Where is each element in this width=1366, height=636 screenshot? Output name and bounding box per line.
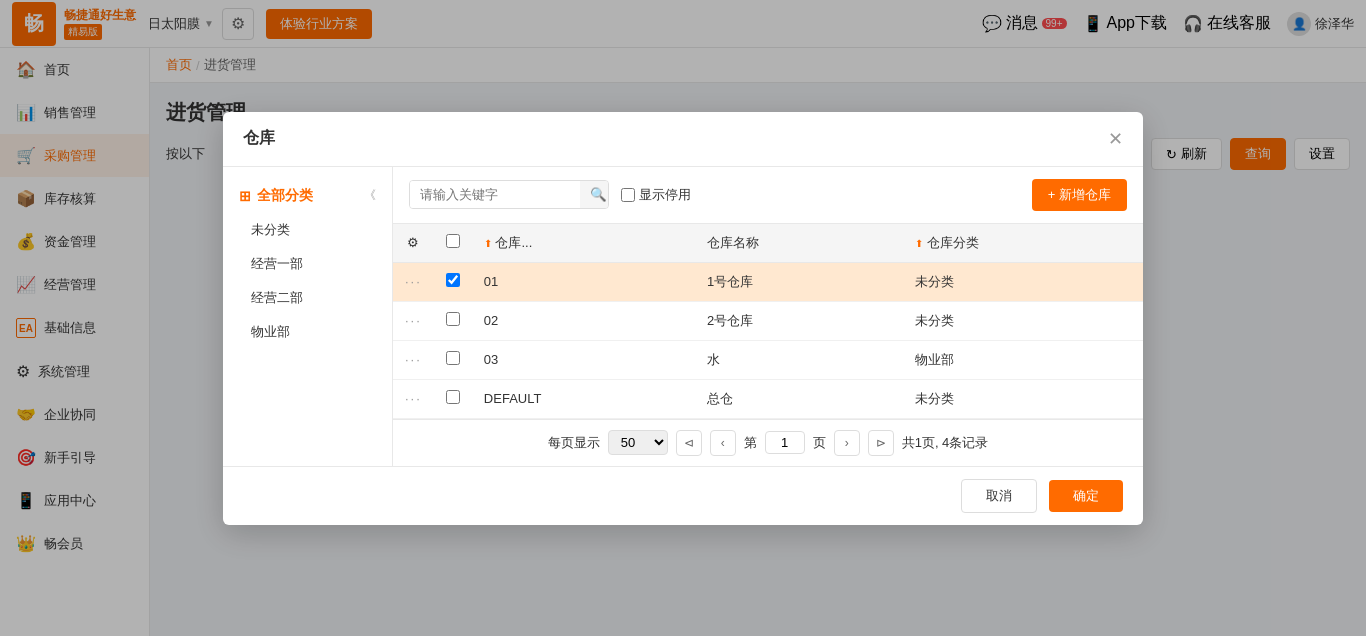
actions-dots-icon[interactable]: ···: [405, 313, 422, 328]
row-name: 2号仓库: [695, 301, 903, 340]
row-checkbox[interactable]: [446, 273, 460, 287]
first-page-btn[interactable]: ⊲: [676, 430, 702, 456]
row-category: 物业部: [903, 340, 1143, 379]
row-actions[interactable]: ···: [393, 340, 434, 379]
row-checkbox-cell: [434, 340, 472, 379]
confirm-button[interactable]: 确定: [1049, 480, 1123, 512]
last-page-btn[interactable]: ⊳: [868, 430, 894, 456]
col-category-header[interactable]: ⬆ 仓库分类: [903, 224, 1143, 263]
modal-title: 仓库: [243, 128, 275, 149]
table-row[interactable]: ··· 03 水 物业部: [393, 340, 1143, 379]
show-disabled-label[interactable]: 显示停用: [621, 186, 691, 204]
row-name: 1号仓库: [695, 262, 903, 301]
search-input[interactable]: [410, 181, 580, 208]
col-code-header[interactable]: ⬆ 仓库...: [472, 224, 695, 263]
row-actions[interactable]: ···: [393, 262, 434, 301]
row-actions[interactable]: ···: [393, 379, 434, 418]
row-name: 水: [695, 340, 903, 379]
row-checkbox-cell: [434, 301, 472, 340]
row-actions[interactable]: ···: [393, 301, 434, 340]
search-box: 🔍: [409, 180, 609, 209]
warehouse-modal: 仓库 ✕ ⊞ 全部分类 《 未分类 经营一部: [223, 112, 1143, 525]
cat-collapse-btn[interactable]: 《: [364, 187, 376, 204]
col-settings-header: ⚙: [393, 224, 434, 263]
row-category: 未分类: [903, 379, 1143, 418]
category-sidebar: ⊞ 全部分类 《 未分类 经营一部 经营二部 物业部: [223, 167, 393, 466]
row-code: DEFAULT: [472, 379, 695, 418]
row-category: 未分类: [903, 301, 1143, 340]
cat-header-label: ⊞ 全部分类: [239, 187, 313, 205]
modal-main: 🔍 显示停用 + 新增仓库 ⚙: [393, 167, 1143, 466]
sort-icon-code: ⬆: [484, 238, 492, 249]
actions-dots-icon[interactable]: ···: [405, 352, 422, 367]
col-name-header: 仓库名称: [695, 224, 903, 263]
per-page-label: 每页显示: [548, 434, 600, 452]
cat-item-operations1[interactable]: 经营一部: [223, 247, 392, 281]
row-code: 01: [472, 262, 695, 301]
warehouse-table: ⚙ ⬆ 仓库... 仓库名称 ⬆: [393, 224, 1143, 419]
modal-header: 仓库 ✕: [223, 112, 1143, 167]
pagination: 每页显示 50 100 200 ⊲ ‹ 第 页 › ⊳ 共1页, 4条记录: [393, 419, 1143, 466]
cat-header[interactable]: ⊞ 全部分类 《: [223, 179, 392, 213]
sort-icon-cat: ⬆: [915, 238, 923, 249]
next-page-btn[interactable]: ›: [834, 430, 860, 456]
actions-dots-icon[interactable]: ···: [405, 274, 422, 289]
row-name: 总仓: [695, 379, 903, 418]
row-code: 03: [472, 340, 695, 379]
page-input[interactable]: [765, 431, 805, 454]
show-disabled-checkbox[interactable]: [621, 188, 635, 202]
search-button[interactable]: 🔍: [580, 181, 609, 208]
grid-icon: ⊞: [239, 188, 251, 204]
row-category: 未分类: [903, 262, 1143, 301]
table-row[interactable]: ··· DEFAULT 总仓 未分类: [393, 379, 1143, 418]
total-info: 共1页, 4条记录: [902, 434, 989, 452]
add-warehouse-btn[interactable]: + 新增仓库: [1032, 179, 1127, 211]
prev-page-btn[interactable]: ‹: [710, 430, 736, 456]
row-checkbox[interactable]: [446, 351, 460, 365]
modal-overlay[interactable]: 仓库 ✕ ⊞ 全部分类 《 未分类 经营一部: [0, 0, 1366, 636]
row-checkbox[interactable]: [446, 312, 460, 326]
modal-body: ⊞ 全部分类 《 未分类 经营一部 经营二部 物业部: [223, 167, 1143, 466]
cat-item-property[interactable]: 物业部: [223, 315, 392, 349]
modal-close-btn[interactable]: ✕: [1108, 128, 1123, 150]
table-row[interactable]: ··· 01 1号仓库 未分类: [393, 262, 1143, 301]
cancel-button[interactable]: 取消: [961, 479, 1037, 513]
page-suffix: 页: [813, 434, 826, 452]
page-label: 第: [744, 434, 757, 452]
cat-item-operations2[interactable]: 经营二部: [223, 281, 392, 315]
modal-footer: 取消 确定: [223, 466, 1143, 525]
row-checkbox-cell: [434, 379, 472, 418]
per-page-select[interactable]: 50 100 200: [608, 430, 668, 455]
select-all-checkbox[interactable]: [446, 234, 460, 248]
row-checkbox[interactable]: [446, 390, 460, 404]
row-code: 02: [472, 301, 695, 340]
table-row[interactable]: ··· 02 2号仓库 未分类: [393, 301, 1143, 340]
modal-toolbar: 🔍 显示停用 + 新增仓库: [393, 167, 1143, 224]
actions-dots-icon[interactable]: ···: [405, 391, 422, 406]
cat-item-unclassified[interactable]: 未分类: [223, 213, 392, 247]
col-checkbox-header: [434, 224, 472, 263]
row-checkbox-cell: [434, 262, 472, 301]
